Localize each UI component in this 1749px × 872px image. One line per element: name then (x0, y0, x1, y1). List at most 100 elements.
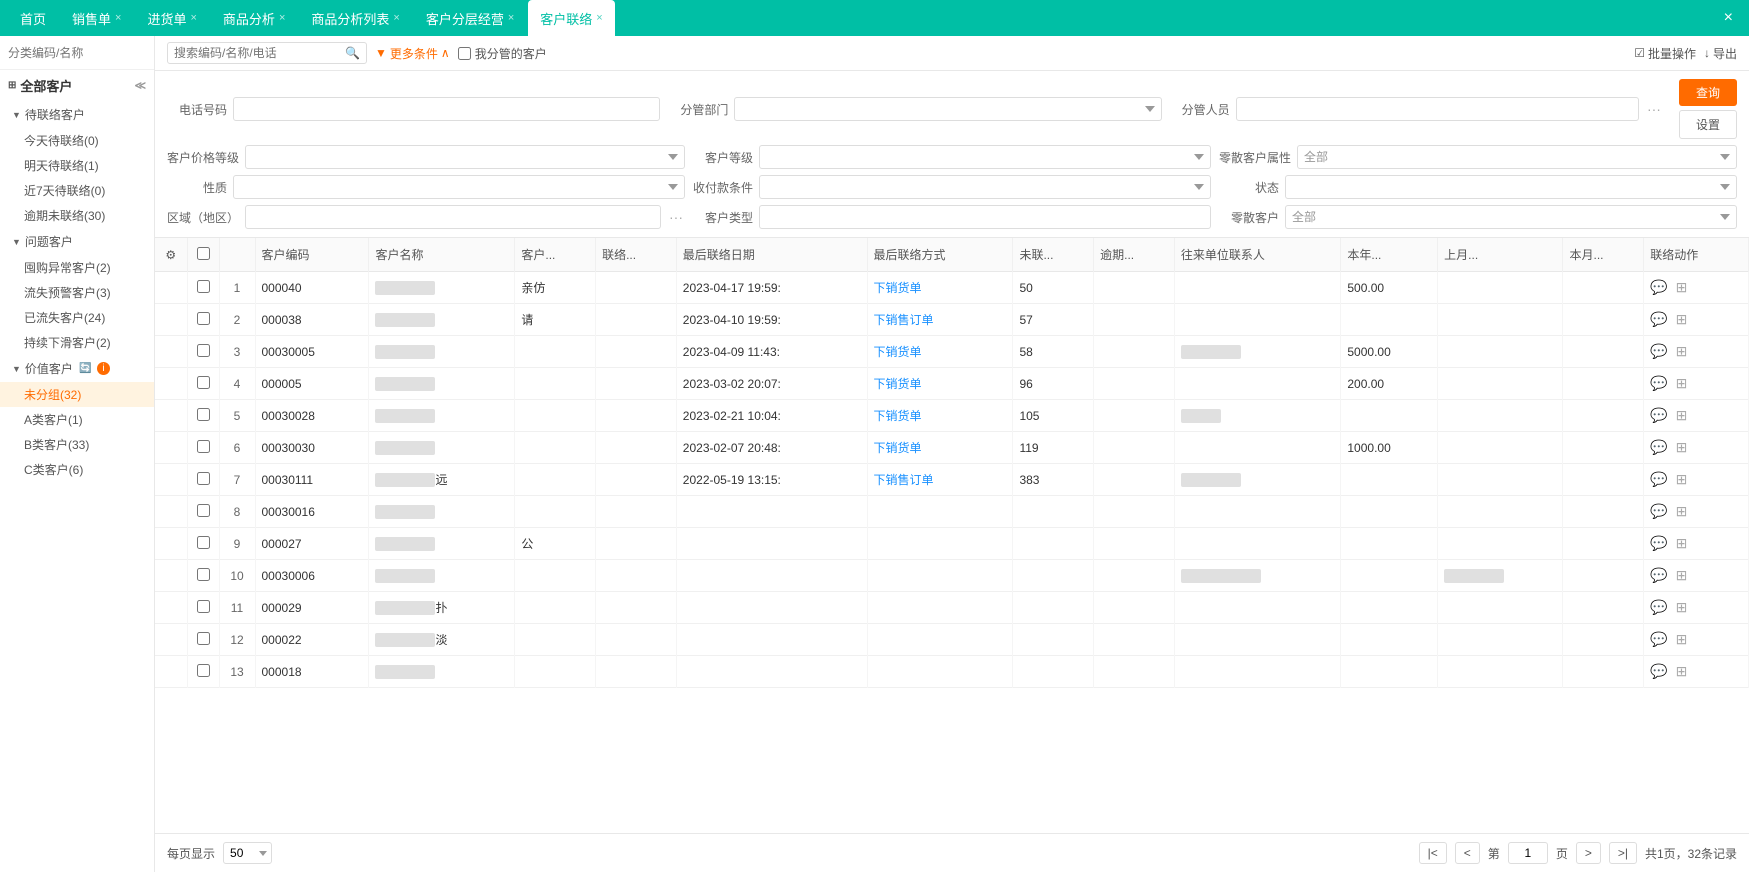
grid-action-icon[interactable]: ⊞ (1676, 311, 1688, 328)
chat-icon[interactable]: 💬 (1650, 535, 1667, 552)
grid-action-icon[interactable]: ⊞ (1676, 279, 1688, 296)
last-method-link[interactable]: 下销售订单 (874, 313, 934, 327)
gender-select[interactable] (233, 175, 685, 199)
sidebar-item-7day-pending[interactable]: 近7天待联络(0) (0, 178, 154, 203)
row-checkbox[interactable] (197, 536, 210, 549)
chat-icon[interactable]: 💬 (1650, 311, 1667, 328)
td-last-method[interactable] (867, 624, 1013, 656)
dept-select[interactable] (734, 97, 1161, 121)
last-method-link[interactable]: 下销货单 (874, 409, 922, 423)
chat-icon[interactable]: 💬 (1650, 471, 1667, 488)
row-checkbox[interactable] (197, 632, 210, 645)
td-checkbox[interactable] (187, 624, 219, 656)
staff-dots-icon[interactable]: ··· (1645, 101, 1663, 117)
staff-input[interactable] (1236, 97, 1639, 121)
next-page-btn[interactable]: > (1576, 842, 1601, 864)
status-select[interactable] (1285, 175, 1737, 199)
nav-purchase-close[interactable]: × (190, 12, 196, 24)
first-page-btn[interactable]: |< (1419, 842, 1447, 864)
grid-action-icon[interactable]: ⊞ (1676, 503, 1688, 520)
th-this-month[interactable]: 本月... (1563, 238, 1644, 272)
th-overdue[interactable]: 逾期... (1094, 238, 1175, 272)
sidebar-item-hoarding-abnormal[interactable]: 囤购异常客户(2) (0, 255, 154, 280)
td-last-method[interactable]: 下销货单 (867, 400, 1013, 432)
row-checkbox[interactable] (197, 280, 210, 293)
more-conditions-btn[interactable]: ▼ 更多条件 ∧ (375, 45, 450, 62)
td-checkbox[interactable] (187, 336, 219, 368)
main-search-input[interactable] (174, 46, 341, 60)
grid-action-icon[interactable]: ⊞ (1676, 343, 1688, 360)
payment-select[interactable] (759, 175, 1211, 199)
chat-icon[interactable]: 💬 (1650, 439, 1667, 456)
th-name[interactable]: 客户名称 (369, 238, 515, 272)
row-checkbox[interactable] (197, 376, 210, 389)
chat-icon[interactable]: 💬 (1650, 631, 1667, 648)
chat-icon[interactable]: 💬 (1650, 567, 1667, 584)
customer-type-input[interactable] (759, 205, 1211, 229)
th-last-month[interactable]: 上月... (1438, 238, 1563, 272)
retail-attr-select[interactable]: 全部 (1297, 145, 1737, 169)
td-last-method[interactable] (867, 496, 1013, 528)
my-customers-checkbox[interactable] (458, 47, 471, 60)
value-customer-group[interactable]: ▼ 价值客户 🔄 i (0, 355, 154, 382)
nav-customer-segment[interactable]: 客户分层经营 × (414, 0, 526, 36)
td-checkbox[interactable] (187, 592, 219, 624)
last-method-link[interactable]: 下销货单 (874, 377, 922, 391)
nav-product-list-close[interactable]: × (393, 12, 399, 24)
th-contact[interactable]: 联络... (596, 238, 677, 272)
td-last-method[interactable] (867, 656, 1013, 688)
td-checkbox[interactable] (187, 304, 219, 336)
sidebar-search-input[interactable] (8, 46, 155, 60)
batch-ops-btn[interactable]: ☑ 批量操作 (1634, 45, 1696, 62)
th-code[interactable]: 客户编码 (255, 238, 369, 272)
query-button[interactable]: 查询 (1679, 79, 1737, 106)
chat-icon[interactable]: 💬 (1650, 407, 1667, 424)
chat-icon[interactable]: 💬 (1650, 343, 1667, 360)
grid-action-icon[interactable]: ⊞ (1676, 663, 1688, 680)
nav-purchase[interactable]: 进货单 × (135, 0, 208, 36)
retail-customer-select[interactable]: 全部 (1285, 205, 1737, 229)
th-this-year[interactable]: 本年... (1341, 238, 1438, 272)
window-close-button[interactable]: × (1716, 9, 1741, 27)
last-method-link[interactable]: 下销售订单 (874, 473, 934, 487)
th-settings[interactable]: ⚙ (155, 238, 187, 272)
td-checkbox[interactable] (187, 400, 219, 432)
td-checkbox[interactable] (187, 464, 219, 496)
sidebar-item-class-b[interactable]: B类客户(33) (0, 432, 154, 457)
all-customers-header[interactable]: ⊞ 全部客户 ≪ (0, 70, 154, 101)
grid-action-icon[interactable]: ⊞ (1676, 471, 1688, 488)
nav-sales-close[interactable]: × (115, 12, 121, 24)
nav-product-analysis-close[interactable]: × (279, 12, 285, 24)
sidebar-item-class-c[interactable]: C类客户(6) (0, 457, 154, 482)
grid-action-icon[interactable]: ⊞ (1676, 599, 1688, 616)
td-last-method[interactable]: 下销货单 (867, 432, 1013, 464)
td-checkbox[interactable] (187, 656, 219, 688)
grid-action-icon[interactable]: ⊞ (1676, 567, 1688, 584)
last-method-link[interactable]: 下销货单 (874, 441, 922, 455)
sidebar-item-today-pending[interactable]: 今天待联络(0) (0, 128, 154, 153)
td-last-method[interactable] (867, 560, 1013, 592)
prev-page-btn[interactable]: < (1455, 842, 1480, 864)
td-checkbox[interactable] (187, 272, 219, 304)
nav-customer-segment-close[interactable]: × (508, 12, 514, 24)
chat-icon[interactable]: 💬 (1650, 599, 1667, 616)
chat-icon[interactable]: 💬 (1650, 503, 1667, 520)
nav-customer-contact[interactable]: 客户联络 × (528, 0, 614, 36)
td-checkbox[interactable] (187, 528, 219, 560)
my-customers-toggle[interactable]: 我分管的客户 (458, 45, 547, 62)
row-checkbox[interactable] (197, 600, 210, 613)
row-checkbox[interactable] (197, 312, 210, 325)
td-last-method[interactable]: 下销货单 (867, 336, 1013, 368)
row-checkbox[interactable] (197, 568, 210, 581)
td-checkbox[interactable] (187, 560, 219, 592)
row-checkbox[interactable] (197, 472, 210, 485)
last-page-btn[interactable]: >| (1609, 842, 1637, 864)
main-search-icon[interactable]: 🔍 (345, 46, 360, 60)
td-last-method[interactable]: 下销货单 (867, 368, 1013, 400)
sidebar-item-unclassified[interactable]: 未分组(32) (0, 382, 154, 407)
sidebar-item-class-a[interactable]: A类客户(1) (0, 407, 154, 432)
export-btn[interactable]: ↓ 导出 (1704, 45, 1737, 62)
nav-product-list[interactable]: 商品分析列表 × (299, 0, 411, 36)
sidebar-item-churned[interactable]: 已流失客户(24) (0, 305, 154, 330)
row-checkbox[interactable] (197, 408, 210, 421)
